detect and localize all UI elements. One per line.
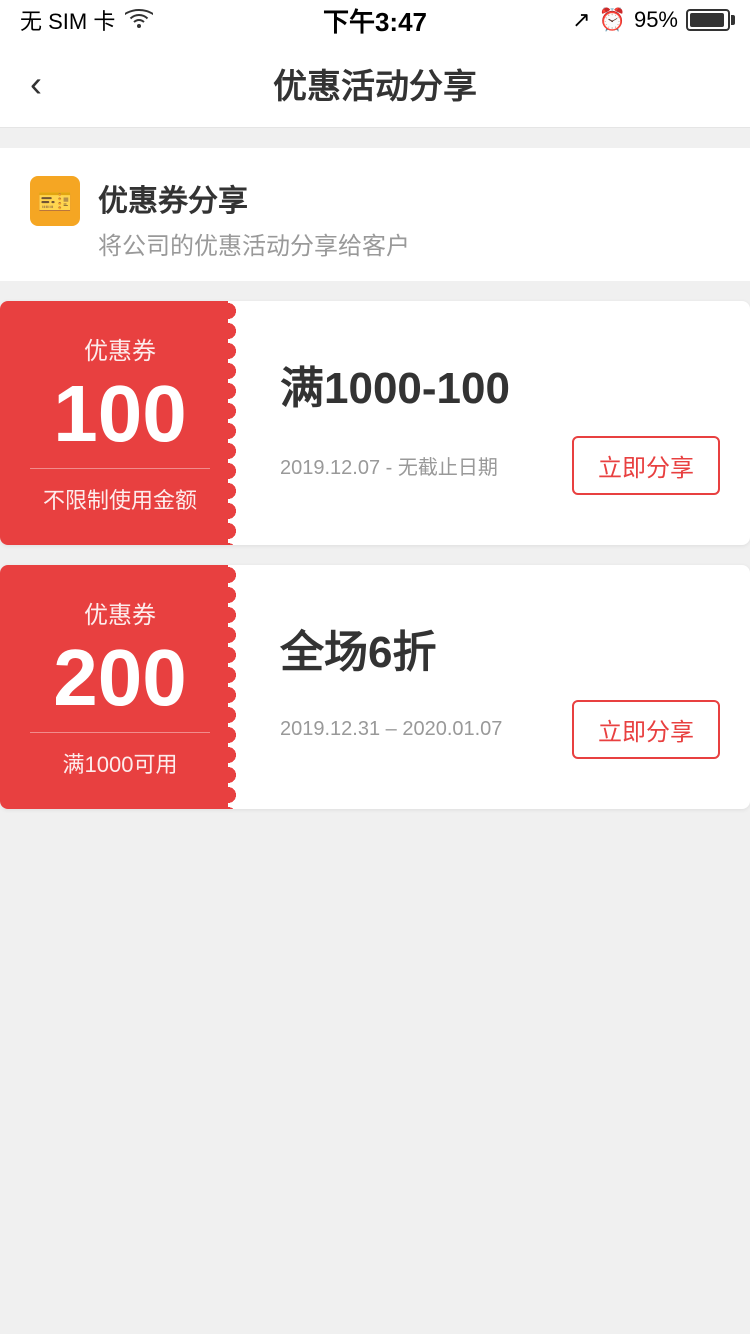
coupon-list: 优惠券 100 不限制使用金额 满1000-100 2019.12.07 - 无… bbox=[0, 301, 750, 829]
coupon-condition-2: 满1000可用 bbox=[63, 747, 178, 779]
wifi-icon bbox=[125, 6, 153, 34]
coupon-card-2: 优惠券 200 满1000可用 全场6折 2019.12.31 – 2020.0… bbox=[0, 565, 750, 809]
location-icon: ↗ bbox=[572, 7, 590, 33]
section-text: 优惠券分享 将公司的优惠活动分享给客户 bbox=[98, 176, 410, 261]
battery-icon bbox=[686, 9, 730, 31]
carrier-text: 无 SIM 卡 bbox=[20, 4, 115, 36]
nav-bar: ‹ 优惠活动分享 bbox=[0, 40, 750, 128]
coupon-right-2: 全场6折 2019.12.31 – 2020.01.07 立即分享 bbox=[240, 565, 750, 809]
coupon-divider-1 bbox=[30, 468, 210, 469]
status-bar: 无 SIM 卡 下午3:47 ↗ ⏰ 95% bbox=[0, 0, 750, 40]
page-title: 优惠活动分享 bbox=[273, 59, 477, 108]
coupon-label-1: 优惠券 bbox=[84, 331, 156, 366]
coupon-amount-2: 200 bbox=[53, 638, 186, 718]
section-header: 🎫 优惠券分享 将公司的优惠活动分享给客户 bbox=[0, 148, 750, 281]
bottom-area bbox=[0, 829, 750, 1229]
coupon-label-2: 优惠券 bbox=[84, 595, 156, 630]
coupon-left-1: 优惠券 100 不限制使用金额 bbox=[0, 301, 240, 545]
coupon-right-1: 满1000-100 2019.12.07 - 无截止日期 立即分享 bbox=[240, 301, 750, 545]
battery-percent: 95% bbox=[634, 7, 678, 33]
section-subtitle: 将公司的优惠活动分享给客户 bbox=[98, 226, 410, 261]
coupon-left-2: 优惠券 200 满1000可用 bbox=[0, 565, 240, 809]
coupon-card-1: 优惠券 100 不限制使用金额 满1000-100 2019.12.07 - 无… bbox=[0, 301, 750, 545]
section-icon: 🎫 bbox=[30, 176, 80, 226]
coupon-bottom-1: 2019.12.07 - 无截止日期 立即分享 bbox=[280, 436, 720, 495]
back-button[interactable]: ‹ bbox=[30, 66, 42, 102]
coupon-condition-1: 不限制使用金额 bbox=[43, 483, 197, 515]
coupon-amount-1: 100 bbox=[53, 374, 186, 454]
share-button-1[interactable]: 立即分享 bbox=[572, 436, 720, 495]
status-left: 无 SIM 卡 bbox=[20, 4, 153, 36]
coupon-bottom-2: 2019.12.31 – 2020.01.07 立即分享 bbox=[280, 700, 720, 759]
coupon-divider-2 bbox=[30, 732, 210, 733]
coupon-date-1: 2019.12.07 - 无截止日期 bbox=[280, 451, 562, 480]
status-time: 下午3:47 bbox=[323, 2, 427, 39]
coupon-title-1: 满1000-100 bbox=[280, 352, 720, 416]
alarm-icon: ⏰ bbox=[599, 7, 626, 33]
section-title: 优惠券分享 bbox=[98, 176, 410, 220]
coupon-date-2: 2019.12.31 – 2020.01.07 bbox=[280, 718, 562, 741]
battery-fill bbox=[690, 13, 724, 27]
coupon-icon: 🎫 bbox=[38, 185, 73, 218]
share-button-2[interactable]: 立即分享 bbox=[572, 700, 720, 759]
status-right: ↗ ⏰ 95% bbox=[572, 7, 730, 33]
coupon-title-2: 全场6折 bbox=[280, 616, 720, 680]
